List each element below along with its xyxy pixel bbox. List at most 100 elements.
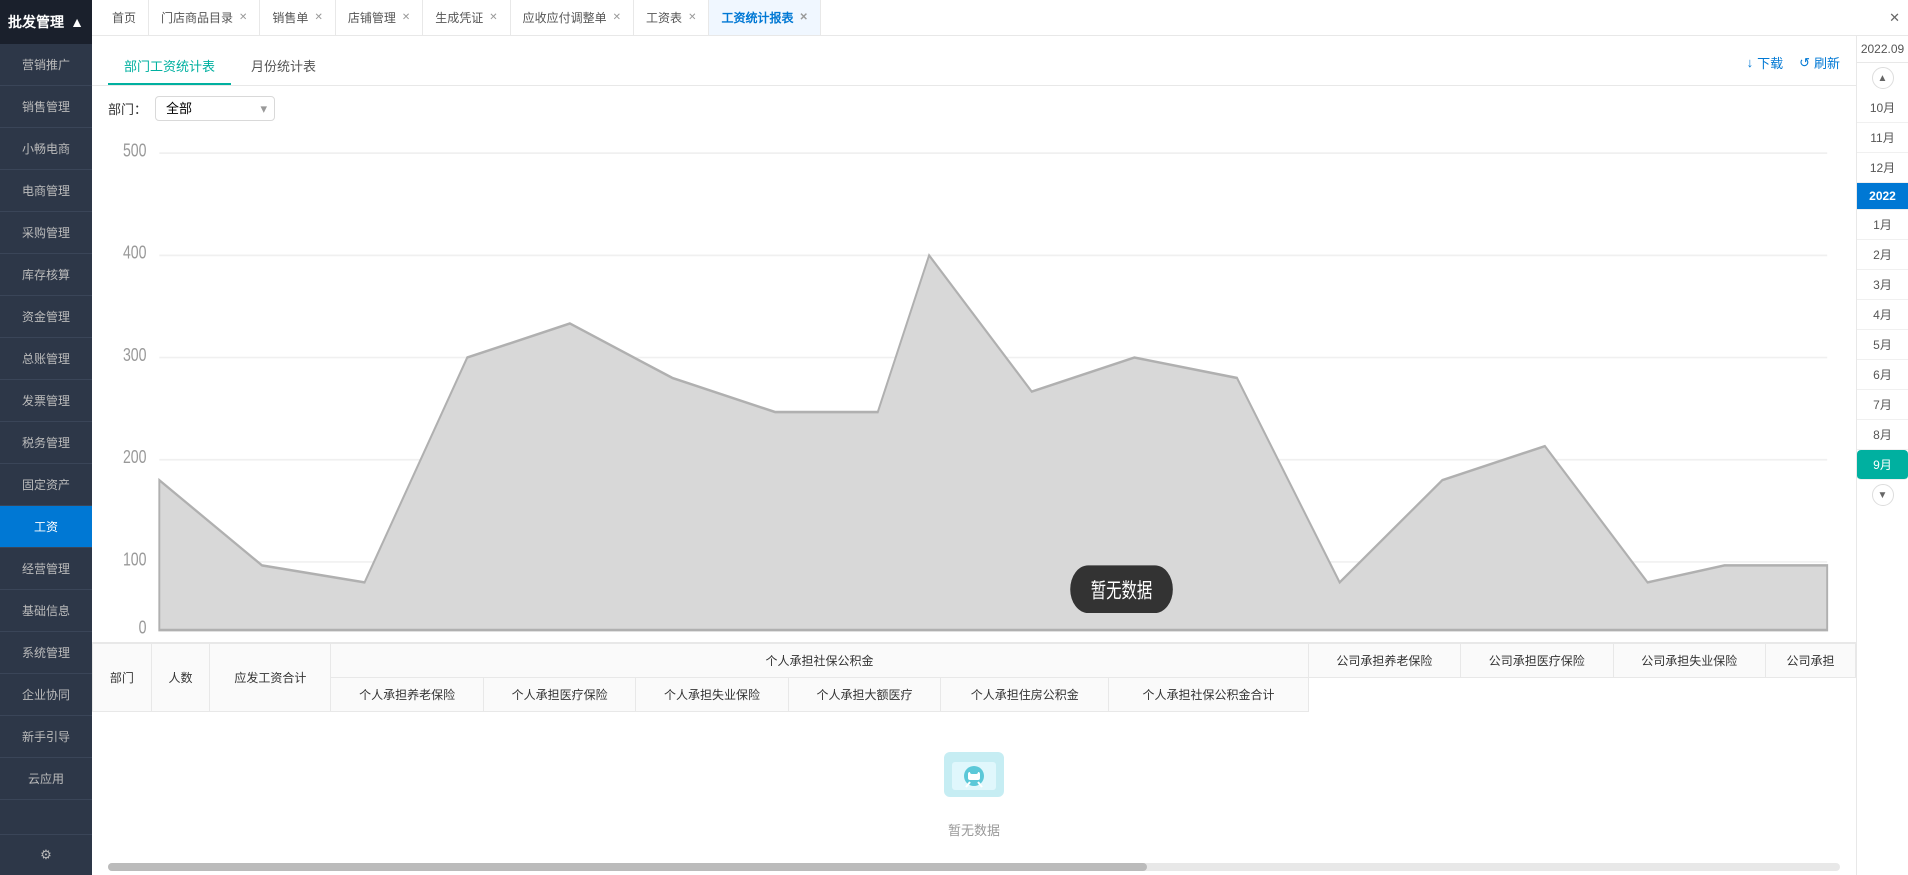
sidebar-toggle-icon: ▲	[70, 14, 84, 30]
th-count: 人数	[151, 644, 210, 712]
tab-close-voucher[interactable]: ✕	[489, 12, 497, 23]
refresh-icon: ↺	[1799, 55, 1810, 71]
date-item-mar[interactable]: 3月	[1857, 270, 1908, 300]
sidebar-settings[interactable]: ⚙	[0, 834, 92, 875]
sidebar-item-invoice[interactable]: 发票管理	[0, 380, 92, 422]
sidebar-item-tax[interactable]: 税务管理	[0, 422, 92, 464]
horizontal-scrollbar[interactable]	[108, 863, 1840, 871]
toolbar-right-area: ↓ 下载 ↺ 刷新	[1747, 48, 1840, 85]
tab-voucher[interactable]: 生成凭证 ✕	[423, 0, 510, 36]
date-nav-up[interactable]: ▲	[1872, 67, 1894, 89]
sidebar-item-system[interactable]: 系统管理	[0, 632, 92, 674]
tab-close-ar-ap[interactable]: ✕	[613, 12, 621, 23]
sub-tab-bar: 部门工资统计表 月份统计表 ↓ 下载 ↺ 刷新	[92, 36, 1856, 86]
empty-state-label: 暂无数据	[948, 820, 1000, 839]
main-area: 首页 门店商品目录 ✕ 销售单 ✕ 店铺管理 ✕ 生成凭证 ✕ 应收应付调整单 …	[92, 0, 1908, 875]
date-panel-year: 2022.09	[1857, 36, 1908, 63]
th-personal-housing: 个人承担住房公积金	[941, 678, 1109, 712]
empty-state: 暂无数据	[92, 712, 1856, 859]
tab-store-catalog[interactable]: 门店商品目录 ✕	[149, 0, 260, 36]
date-item-year-2022[interactable]: 2022	[1857, 183, 1908, 210]
sidebar-item-inventory[interactable]: 库存核算	[0, 254, 92, 296]
th-company-other: 公司承担	[1765, 644, 1855, 678]
date-item-dec[interactable]: 12月	[1857, 153, 1908, 183]
scrollbar-thumb[interactable]	[108, 863, 1147, 871]
tab-close-payroll-report[interactable]: ✕	[799, 12, 807, 23]
no-data-tooltip-text: 暂无数据	[1091, 580, 1153, 603]
tab-close-sales-order[interactable]: ✕	[314, 12, 322, 23]
y-label-500: 500	[123, 140, 147, 161]
th-personal-medical: 个人承担医疗保险	[483, 678, 635, 712]
th-group-personal: 个人承担社保公积金	[331, 644, 1308, 678]
tab-ar-ap[interactable]: 应收应付调整单 ✕	[511, 0, 634, 36]
date-item-feb[interactable]: 2月	[1857, 240, 1908, 270]
th-total-wage: 应发工资合计	[210, 644, 331, 712]
tab-home[interactable]: 首页	[100, 0, 149, 36]
dept-label: 部门：	[108, 99, 147, 118]
date-item-sep[interactable]: 9月	[1857, 450, 1908, 480]
sub-tab-dept[interactable]: 部门工资统计表	[108, 48, 231, 85]
download-btn[interactable]: ↓ 下载	[1747, 48, 1784, 77]
sidebar-item-sales[interactable]: 销售管理	[0, 86, 92, 128]
y-label-100: 100	[123, 548, 147, 569]
chart-area: 500 400 300 200 100 0	[92, 131, 1856, 642]
y-label-200: 200	[123, 446, 147, 467]
sidebar-item-cloud[interactable]: 云应用	[0, 758, 92, 800]
sidebar-item-finance[interactable]: 资金管理	[0, 296, 92, 338]
th-dept: 部门	[93, 644, 152, 712]
y-label-400: 400	[123, 242, 147, 263]
date-item-nov[interactable]: 11月	[1857, 123, 1908, 153]
tab-close-payroll[interactable]: ✕	[688, 12, 696, 23]
sidebar-header[interactable]: 批发管理 ▲	[0, 0, 92, 44]
tab-sales-order[interactable]: 销售单 ✕	[260, 0, 335, 36]
sidebar: 批发管理 ▲ 营销推广 销售管理 小畅电商 电商管理 采购管理 库存核算 资金管…	[0, 0, 92, 875]
sidebar-title: 批发管理	[8, 12, 64, 32]
dept-select[interactable]: 全部	[155, 96, 275, 121]
sidebar-item-ecommerce-small[interactable]: 小畅电商	[0, 128, 92, 170]
tab-bar-controls: ✕	[1889, 10, 1900, 26]
sidebar-item-base-info[interactable]: 基础信息	[0, 590, 92, 632]
sidebar-item-ecommerce[interactable]: 电商管理	[0, 170, 92, 212]
sidebar-item-marketing[interactable]: 营销推广	[0, 44, 92, 86]
table-area: 部门 人数 应发工资合计 个人承担社保公积金 公司承担养老保险 公司承担医疗保险…	[92, 642, 1856, 875]
tab-store-mgmt[interactable]: 店铺管理 ✕	[336, 0, 423, 36]
sidebar-item-guide[interactable]: 新手引导	[0, 716, 92, 758]
filter-toolbar: 部门： 全部	[92, 86, 1856, 131]
th-company-unemp: 公司承担失业保险	[1613, 644, 1765, 678]
date-item-jan[interactable]: 1月	[1857, 210, 1908, 240]
close-window-icon[interactable]: ✕	[1889, 10, 1900, 26]
tab-payroll[interactable]: 工资表 ✕	[634, 0, 709, 36]
th-personal-unemp: 个人承担失业保险	[636, 678, 788, 712]
th-company-pension: 公司承担养老保险	[1308, 644, 1460, 678]
sidebar-item-ledger[interactable]: 总账管理	[0, 338, 92, 380]
download-icon: ↓	[1747, 55, 1754, 70]
date-item-jun[interactable]: 6月	[1857, 360, 1908, 390]
y-label-300: 300	[123, 344, 147, 365]
chart-svg: 500 400 300 200 100 0	[108, 131, 1840, 642]
tab-close-store-mgmt[interactable]: ✕	[402, 12, 410, 23]
filter-left: 部门： 全部	[108, 96, 275, 121]
tab-payroll-report[interactable]: 工资统计报表 ✕	[709, 0, 820, 36]
sub-tab-month[interactable]: 月份统计表	[235, 48, 332, 85]
sidebar-item-operations[interactable]: 经营管理	[0, 548, 92, 590]
sidebar-item-purchase[interactable]: 采购管理	[0, 212, 92, 254]
th-personal-total: 个人承担社保公积金合计	[1109, 678, 1308, 712]
date-item-jul[interactable]: 7月	[1857, 390, 1908, 420]
tab-close-store-catalog[interactable]: ✕	[239, 12, 247, 23]
date-item-aug[interactable]: 8月	[1857, 420, 1908, 450]
th-company-medical: 公司承担医疗保险	[1461, 644, 1613, 678]
date-nav-down[interactable]: ▼	[1872, 484, 1894, 506]
chart-area-fill	[159, 255, 1827, 630]
data-table: 部门 人数 应发工资合计 个人承担社保公积金 公司承担养老保险 公司承担医疗保险…	[92, 643, 1856, 712]
sidebar-item-payroll[interactable]: 工资	[0, 506, 92, 548]
sidebar-item-collab[interactable]: 企业协同	[0, 674, 92, 716]
refresh-btn[interactable]: ↺ 刷新	[1799, 48, 1840, 77]
date-panel: 2022.09 ▲ 10月 11月 12月 2022 1月 2月 3月 4月 5…	[1856, 36, 1908, 875]
empty-state-icon	[934, 732, 1014, 812]
sidebar-item-assets[interactable]: 固定资产	[0, 464, 92, 506]
date-item-apr[interactable]: 4月	[1857, 300, 1908, 330]
tab-bar: 首页 门店商品目录 ✕ 销售单 ✕ 店铺管理 ✕ 生成凭证 ✕ 应收应付调整单 …	[92, 0, 1908, 36]
date-item-may[interactable]: 5月	[1857, 330, 1908, 360]
date-item-oct[interactable]: 10月	[1857, 93, 1908, 123]
th-personal-major-medical: 个人承担大额医疗	[788, 678, 940, 712]
